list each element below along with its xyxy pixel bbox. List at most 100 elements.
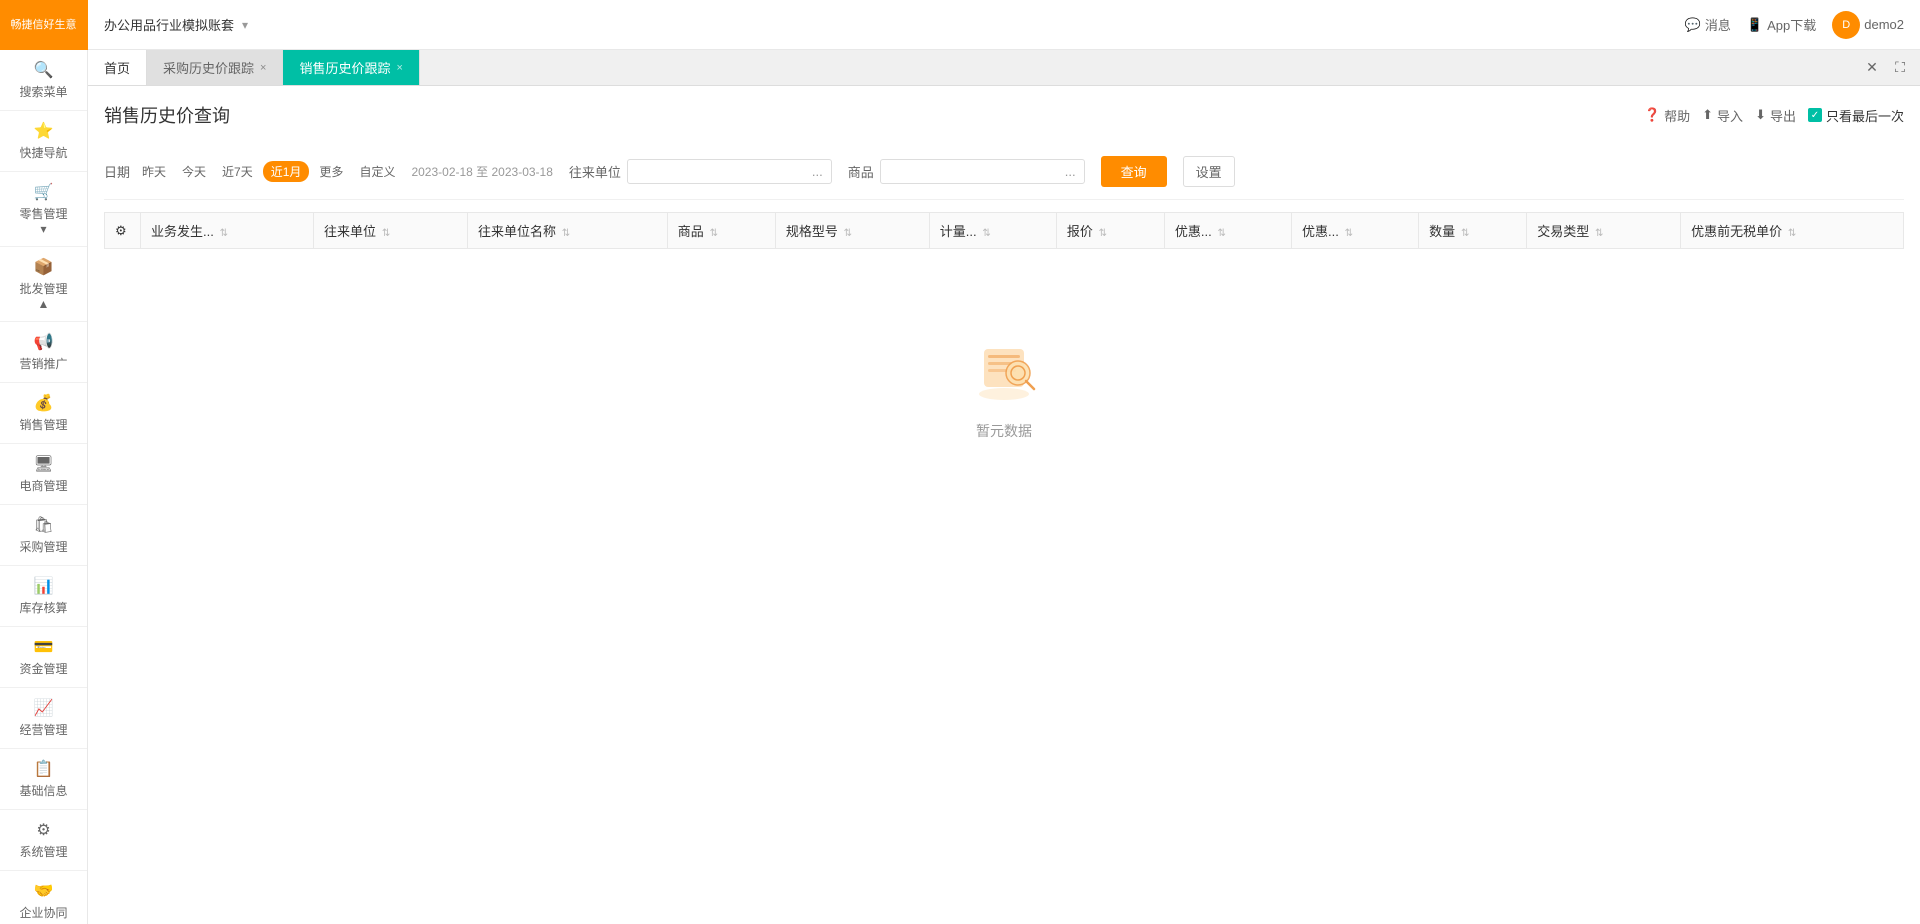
sidebar-icon-purchase-mgmt: 🛍 [33,515,53,535]
goods-filter: 商品 ... [848,159,1085,184]
sidebar-item-retail-mgmt[interactable]: 🛒零售管理▾ [0,172,87,247]
date-shortcut-custom[interactable]: 自定义 [353,161,401,182]
close-all-tabs-button[interactable]: ✕ [1860,56,1884,80]
sidebar-label-ecommerce: 电商管理 [19,477,67,494]
tab-close-sales-history[interactable]: × [396,62,402,74]
date-label: 日期 [104,162,130,181]
goods-input-wrapper: ... [880,159,1085,184]
date-shortcut-more[interactable]: 更多 [313,161,349,182]
import-label: 导入 [1717,106,1743,125]
tab-sales-history[interactable]: 销售历史价跟踪 × [283,50,419,85]
sidebar-menu: 🔍搜索菜单⭐快捷导航🛒零售管理▾📦批发管理▲📢营销推广💰销售管理🖥电商管理🛍采购… [0,50,87,924]
th-quantity[interactable]: 数量 ⇅ [1419,213,1527,249]
empty-icon [964,329,1044,409]
sidebar-label-inventory: 库存核算 [19,599,67,616]
app-logo-text: 畅捷信好生意 [11,18,77,32]
user-avatar: D [1832,11,1860,39]
sidebar-icon-finance: 💳 [34,637,54,657]
topbar-dropdown-icon[interactable]: ▾ [242,18,248,32]
th-spec[interactable]: 规格型号 ⇅ [775,213,929,249]
message-label: 消息 [1705,15,1731,34]
message-button[interactable]: 💬 消息 [1685,15,1731,34]
sidebar-item-quick-nav[interactable]: ⭐快捷导航 [0,111,87,172]
sidebar-item-marketing[interactable]: 📢营销推广 [0,322,87,383]
query-button[interactable]: 查询 [1101,156,1167,187]
sidebar-item-purchase-mgmt[interactable]: 🛍采购管理 [0,505,87,566]
date-shortcut-last1m[interactable]: 近1月 [263,161,310,182]
goods-input[interactable] [889,164,1065,179]
only-last-checkbox-label[interactable]: ✓ 只看最后一次 [1808,106,1904,125]
th-partner_code[interactable]: 往来单位 ⇅ [314,213,468,249]
app-download-button[interactable]: 📱 App下载 [1747,15,1816,34]
table-header: ⚙业务发生... ⇅往来单位 ⇅往来单位名称 ⇅商品 ⇅规格型号 ⇅计量... … [105,213,1904,249]
export-label: 导出 [1770,106,1796,125]
sidebar-item-wholesale-mgmt[interactable]: 📦批发管理▲ [0,247,87,322]
th-trade_type[interactable]: 交易类型 ⇅ [1527,213,1681,249]
date-shortcut-yesterday[interactable]: 昨天 [136,161,172,182]
download-icon: 📱 [1747,17,1763,33]
user-profile[interactable]: D demo2 [1832,11,1904,39]
th-pretax_price[interactable]: 优惠前无税单价 ⇅ [1681,213,1904,249]
goods-input-dots[interactable]: ... [1065,164,1076,179]
sidebar-label-marketing: 营销推广 [19,355,67,372]
tab-label-sales-history: 销售历史价跟踪 [299,58,390,77]
page-title-bar: 销售历史价查询 ❓ 帮助 ⬆ 导入 ⬇ 导出 ✓ 只看最后一次 [104,102,1904,128]
tab-label-purchase-history: 采购历史价跟踪 [163,58,254,77]
sort-icon-price: ⇅ [1096,228,1107,239]
th-partner_name[interactable]: 往来单位名称 ⇅ [467,213,667,249]
sidebar-item-basic-info[interactable]: 📋 基础信息 [0,749,87,810]
data-table: ⚙业务发生... ⇅往来单位 ⇅往来单位名称 ⇅商品 ⇅规格型号 ⇅计量... … [104,212,1904,249]
tab-close-purchase-history[interactable]: × [260,62,266,74]
sidebar-label-basic-info: 基础信息 [19,782,67,799]
goods-label: 商品 [848,162,874,181]
app-logo: 畅捷信好生意 [0,0,88,50]
th-biz_date[interactable]: 业务发生... ⇅ [141,213,314,249]
date-filter: 日期 昨天今天近7天近1月更多自定义 2023-02-18 至 2023-03-… [104,161,553,182]
partner-input[interactable] [636,164,812,179]
help-button[interactable]: ❓ 帮助 [1644,106,1690,125]
maximize-button[interactable]: ⛶ [1888,56,1912,80]
sort-icon-biz_date: ⇅ [217,228,228,239]
sort-icon-partner_name: ⇅ [559,228,570,239]
tab-bar: 首页 采购历史价跟踪 × 销售历史价跟踪 × ✕⛶ [88,50,1920,86]
export-button[interactable]: ⬇ 导出 [1755,106,1796,125]
only-last-checkbox[interactable]: ✓ [1808,108,1822,122]
sidebar-item-sales-mgmt[interactable]: 💰销售管理 [0,383,87,444]
tab-purchase-history[interactable]: 采购历史价跟踪 × [147,50,283,85]
sidebar-item-ecommerce[interactable]: 🖥电商管理 [0,444,87,505]
sort-icon-goods: ⇅ [707,228,718,239]
tab-home[interactable]: 首页 [88,50,147,85]
sidebar-label-system: 系统管理 [19,843,67,860]
tab-label-home: 首页 [104,58,130,77]
message-icon: 💬 [1685,17,1701,33]
sidebar-icon-enterprise: 🤝 [34,881,54,901]
th-discount1[interactable]: 优惠... ⇅ [1164,213,1291,249]
sidebar-item-system[interactable]: ⚙系统管理 [0,810,87,871]
sidebar-label-operations: 经营管理 [19,721,67,738]
topbar-left: 办公用品行业模拟账套 ▾ [104,15,248,34]
sort-icon-pretax_price: ⇅ [1785,228,1796,239]
sort-icon-partner_code: ⇅ [379,228,390,239]
import-button[interactable]: ⬆ 导入 [1702,106,1743,125]
date-shortcut-today[interactable]: 今天 [176,161,212,182]
partner-input-dots[interactable]: ... [812,164,823,179]
sidebar-item-finance[interactable]: 💳资金管理 [0,627,87,688]
date-shortcut-last7[interactable]: 近7天 [216,161,259,182]
settings-button[interactable]: 设置 [1183,156,1235,187]
th-unit[interactable]: 计量... ⇅ [929,213,1056,249]
filter-row: 日期 昨天今天近7天近1月更多自定义 2023-02-18 至 2023-03-… [104,156,1904,187]
th-price[interactable]: 报价 ⇅ [1056,213,1164,249]
sidebar-arrow-wholesale-mgmt: ▲ [38,297,50,311]
sidebar-icon-basic-info: 📋 [34,759,54,779]
sidebar-item-inventory[interactable]: 📊库存核算 [0,566,87,627]
sidebar-item-enterprise[interactable]: 🤝企业协同 [0,871,87,924]
app-download-label: App下载 [1767,15,1816,34]
sidebar-icon-search: 🔍 [34,60,54,80]
table-container: ⚙业务发生... ⇅往来单位 ⇅往来单位名称 ⇅商品 ⇅规格型号 ⇅计量... … [104,212,1904,908]
sidebar-icon-wholesale-mgmt: 📦 [34,257,54,277]
sidebar-item-operations[interactable]: 📈经营管理 [0,688,87,749]
th-discount2[interactable]: 优惠... ⇅ [1292,213,1419,249]
date-range: 2023-02-18 至 2023-03-18 [411,163,552,180]
sidebar-item-search[interactable]: 🔍搜索菜单 [0,50,87,111]
th-goods[interactable]: 商品 ⇅ [667,213,775,249]
